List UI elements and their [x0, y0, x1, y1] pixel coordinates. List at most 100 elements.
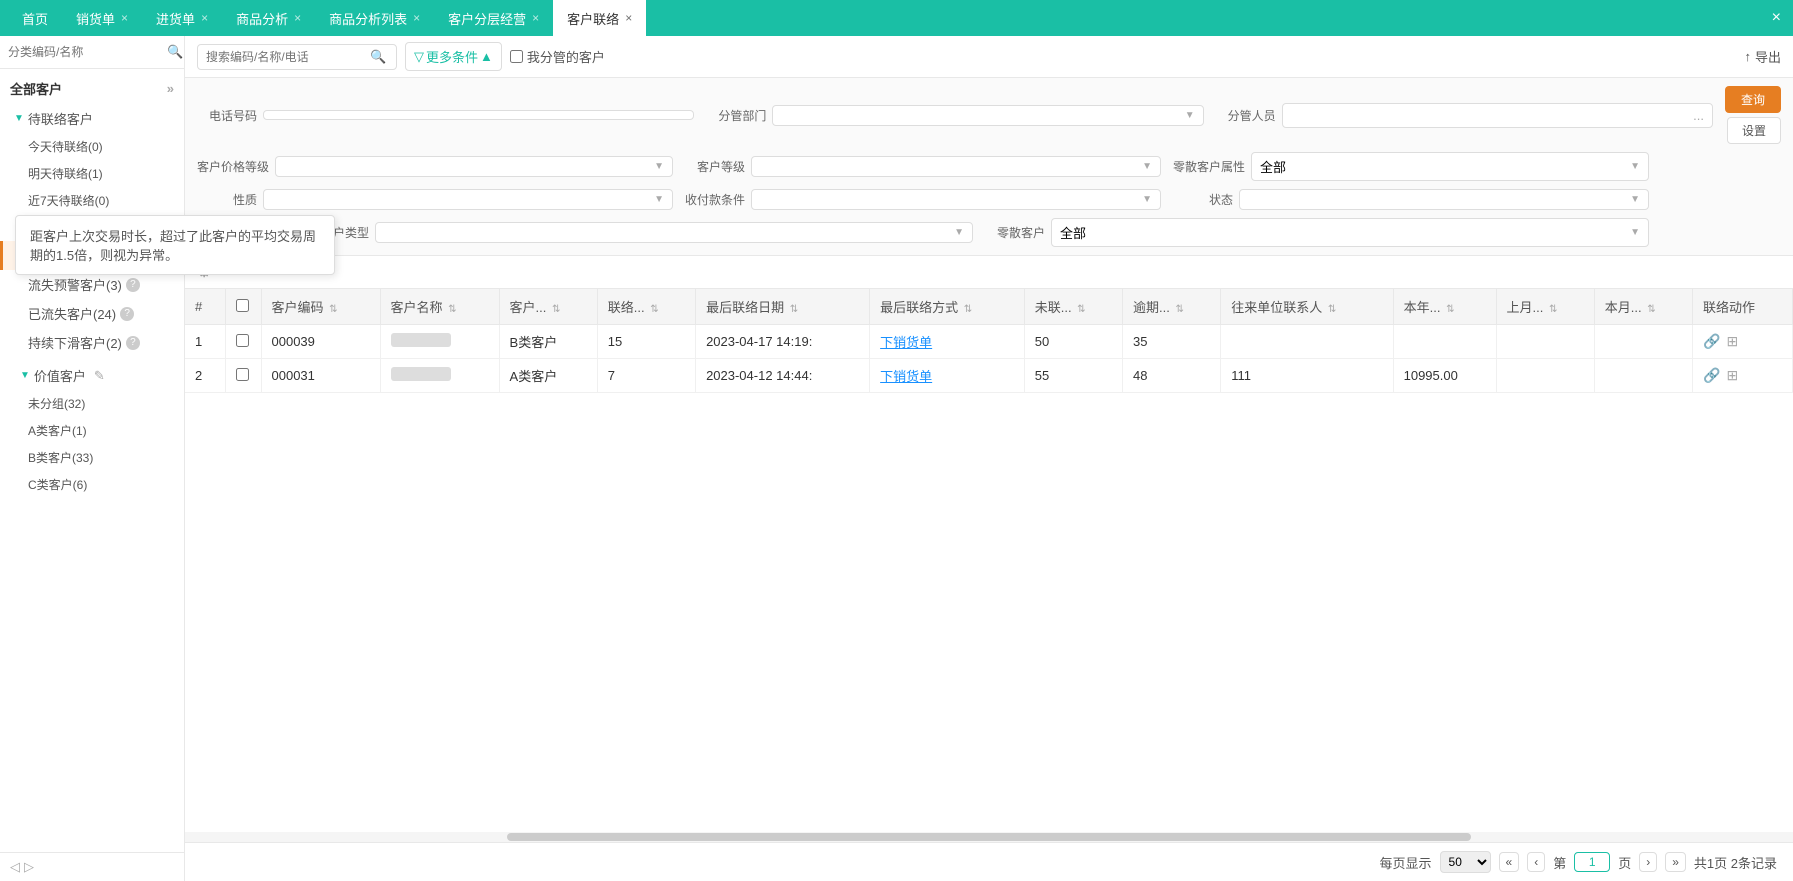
my-customer-checkbox-area[interactable]: 我分管的客户 — [510, 47, 605, 66]
col-type[interactable]: 客户... ⇅ — [499, 289, 597, 325]
row1-method-link[interactable]: 下销货单 — [880, 335, 932, 350]
row1-checkbox-input[interactable] — [236, 334, 249, 347]
nav-close-sales[interactable]: × — [121, 11, 128, 25]
filter-person: 分管人员 ... — [1216, 103, 1713, 128]
row1-link-icon[interactable]: 🔗 — [1703, 333, 1720, 350]
col-last-month[interactable]: 上月... ⇅ — [1496, 289, 1594, 325]
value-edit-icon[interactable]: ✎ — [94, 368, 105, 384]
nav-close-customer-tier[interactable]: × — [532, 11, 539, 25]
sidebar-leaf-declining[interactable]: 持续下滑客户(2) ? — [0, 328, 184, 357]
churn-warning-help-icon[interactable]: ? — [126, 278, 140, 292]
filter-status: 状态 ▼ — [1173, 189, 1649, 210]
search-icon[interactable]: 🔍 — [370, 49, 386, 65]
declining-help-icon[interactable]: ? — [126, 336, 140, 350]
retail-attr-select[interactable]: 全部 ▼ — [1251, 152, 1649, 181]
more-conditions-button[interactable]: ▽ 更多条件 ▲ — [405, 42, 502, 71]
sidebar-search-input[interactable] — [8, 45, 163, 59]
more-conditions-label: 更多条件 — [426, 47, 478, 66]
page-number-input[interactable] — [1574, 852, 1610, 872]
col-last-date[interactable]: 最后联络日期 ⇅ — [696, 289, 870, 325]
sidebar-leaf-a-class[interactable]: A类客户(1) — [0, 417, 184, 444]
col-uncontacted[interactable]: 未联... ⇅ — [1024, 289, 1122, 325]
col-contact-count[interactable]: 联络... ⇅ — [597, 289, 695, 325]
sidebar-leaf-churned[interactable]: 已流失客户(24) ? — [0, 299, 184, 328]
row2-link-icon[interactable]: 🔗 — [1703, 367, 1720, 384]
nav-item-analysis-list[interactable]: 商品分析列表 × — [315, 0, 434, 36]
sidebar-expand-icon[interactable]: ◁ — [10, 859, 20, 875]
sidebar-expand-icon2[interactable]: ▷ — [24, 859, 34, 875]
row2-last-method[interactable]: 下销货单 — [870, 359, 1025, 393]
export-label: 导出 — [1755, 47, 1781, 66]
nav-item-home[interactable]: 首页 — [8, 0, 62, 36]
churned-help-icon[interactable]: ? — [120, 307, 134, 321]
sidebar-collapse-icon[interactable]: » — [167, 81, 174, 96]
row1-last-method[interactable]: 下销货单 — [870, 325, 1025, 359]
nav-close-purchase[interactable]: × — [201, 11, 208, 25]
my-customer-checkbox[interactable] — [510, 50, 523, 63]
price-grade-select[interactable]: ▼ — [275, 156, 673, 177]
content-area: 🔍 ▽ 更多条件 ▲ 我分管的客户 ↑ 导出 电话号码 — [185, 36, 1793, 881]
filter-row-4: ... 客户类型 ▼ 零散客户 全部 ▼ — [197, 218, 1781, 247]
col-name[interactable]: 客户名称 ⇅ — [380, 289, 499, 325]
status-select[interactable]: ▼ — [1239, 189, 1649, 210]
page-last-button[interactable]: » — [1665, 852, 1686, 872]
phone-input[interactable] — [263, 110, 694, 120]
export-button[interactable]: ↑ 导出 — [1744, 47, 1781, 66]
sidebar-section-value[interactable]: ▼ 价值客户 ✎ — [0, 361, 184, 390]
page-next-button[interactable]: › — [1639, 852, 1657, 872]
sidebar-leaf-c-class[interactable]: C类客户(6) — [0, 471, 184, 498]
nav-close-all-button[interactable]: × — [1772, 9, 1781, 27]
sidebar-all-customers[interactable]: 全部客户 » — [0, 73, 184, 104]
nav-item-purchase[interactable]: 进货单 × — [142, 0, 222, 36]
col-code[interactable]: 客户编码 ⇅ — [261, 289, 380, 325]
col-this-month[interactable]: 本月... ⇅ — [1594, 289, 1692, 325]
customer-grade-caret: ▼ — [1142, 161, 1152, 172]
sidebar-bottom-bar: ◁ ▷ — [0, 852, 184, 881]
nav-item-sales[interactable]: 销货单 × — [62, 0, 142, 36]
sidebar-section-pending[interactable]: ▼ 待联络客户 — [0, 104, 184, 133]
row2-checkbox[interactable] — [225, 359, 261, 393]
col-overdue[interactable]: 逾期... ⇅ — [1122, 289, 1220, 325]
retail-attr-caret: ▼ — [1630, 161, 1640, 172]
dept-select[interactable]: ▼ — [772, 105, 1203, 126]
sidebar-leaf-7days[interactable]: 近7天待联络(0) — [0, 187, 184, 214]
nav-item-customer-tier[interactable]: 客户分层经营 × — [434, 0, 553, 36]
customer-grade-select[interactable]: ▼ — [751, 156, 1161, 177]
row2-method-link[interactable]: 下销货单 — [880, 369, 932, 384]
col-person[interactable]: 往来单位联系人 ⇅ — [1221, 289, 1393, 325]
query-button[interactable]: 查询 — [1725, 86, 1781, 113]
nav-label-home: 首页 — [22, 9, 48, 28]
select-all-checkbox[interactable] — [236, 299, 249, 312]
settings-button[interactable]: 设置 — [1727, 117, 1781, 144]
row2-person: 111 — [1221, 359, 1393, 393]
scrollbar-thumb[interactable] — [507, 833, 1472, 841]
sidebar-leaf-b-class[interactable]: B类客户(33) — [0, 444, 184, 471]
sidebar-search-icon[interactable]: 🔍 — [167, 44, 183, 60]
nature-select[interactable]: ▼ — [263, 189, 673, 210]
col-this-year[interactable]: 本年... ⇅ — [1393, 289, 1496, 325]
row2-checkbox-input[interactable] — [236, 368, 249, 381]
payment-select[interactable]: ▼ — [751, 189, 1161, 210]
nav-close-analysis-list[interactable]: × — [413, 11, 420, 25]
row1-grid-icon[interactable]: ⊞ — [1726, 333, 1738, 350]
sidebar-leaf-ungrouped[interactable]: 未分组(32) — [0, 390, 184, 417]
page-prev-button[interactable]: ‹ — [1527, 852, 1545, 872]
person-select[interactable]: ... — [1282, 103, 1713, 128]
search-input[interactable] — [206, 50, 366, 64]
left-sidebar: 🔍 全部客户 » ▼ 待联络客户 今天待联络(0) 明天待联络(1) 近7天待联… — [0, 36, 185, 881]
retail-customer-select[interactable]: 全部 ▼ — [1051, 218, 1649, 247]
row1-checkbox[interactable] — [225, 325, 261, 359]
horizontal-scrollbar[interactable] — [185, 832, 1793, 842]
sidebar-leaf-today[interactable]: 今天待联络(0) — [0, 133, 184, 160]
nav-close-customer-contact[interactable]: × — [625, 11, 632, 25]
nav-item-analysis[interactable]: 商品分析 × — [222, 0, 315, 36]
row2-grid-icon[interactable]: ⊞ — [1726, 367, 1738, 384]
page-size-select[interactable]: 50 100 200 — [1440, 851, 1491, 873]
sidebar-leaf-tomorrow[interactable]: 明天待联络(1) — [0, 160, 184, 187]
nav-close-analysis[interactable]: × — [294, 11, 301, 25]
row1-last-date: 2023-04-17 14:19: — [696, 325, 870, 359]
nav-item-customer-contact[interactable]: 客户联络 × — [553, 0, 646, 36]
col-last-method[interactable]: 最后联络方式 ⇅ — [870, 289, 1025, 325]
customer-type-select[interactable]: ▼ — [375, 222, 973, 243]
page-first-button[interactable]: « — [1499, 852, 1520, 872]
